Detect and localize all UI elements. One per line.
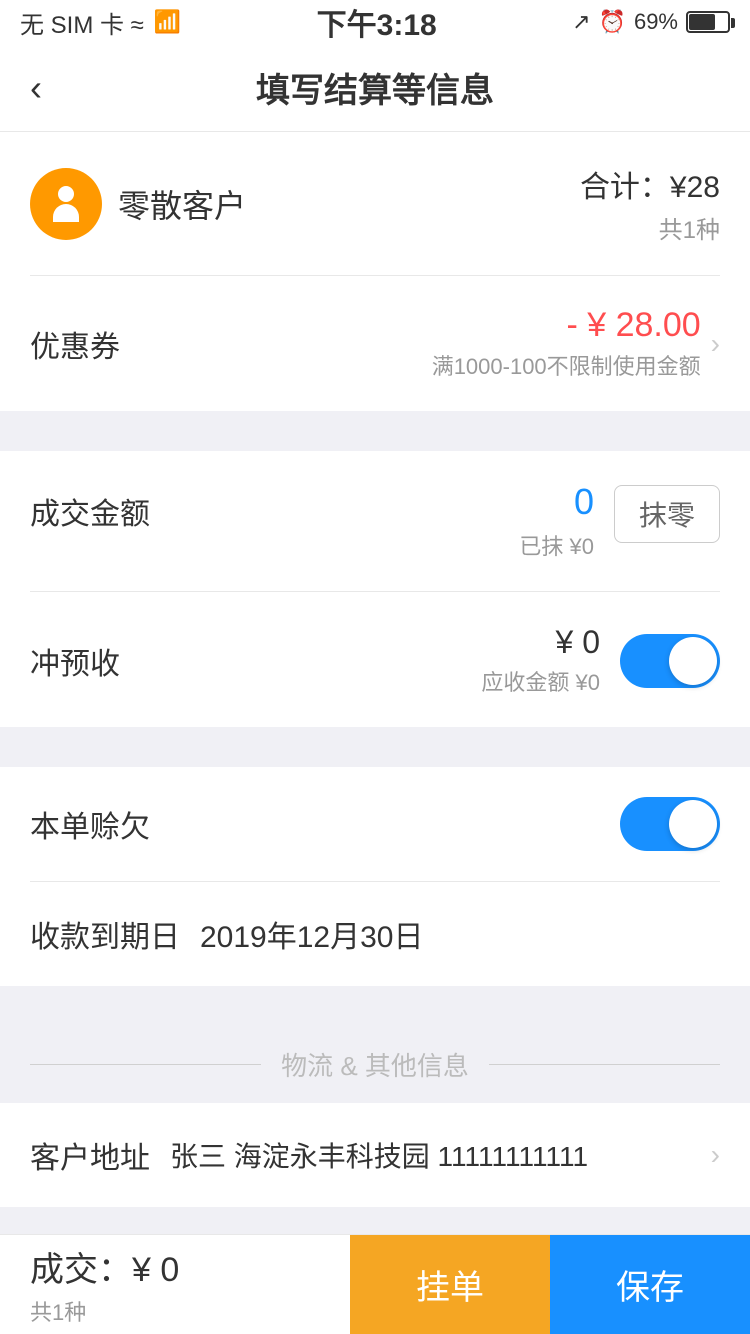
duedate-value: 2019年12月30日 — [200, 912, 423, 956]
chevron-right-icon: › — [711, 328, 720, 360]
round-zero-button[interactable]: 抹零 — [614, 485, 720, 543]
alarm-icon: ⏰ — [599, 9, 626, 35]
amount-row: 成交金额 0 已抹 ¥0 抹零 — [30, 481, 720, 561]
debt-row: 本单赊欠 — [30, 797, 720, 851]
deal-value: ¥ 0 — [132, 1251, 179, 1289]
pending-button[interactable]: 挂单 — [350, 1235, 550, 1334]
coupon-label: 优惠券 — [30, 322, 120, 366]
nav-bar: ‹ 填写结算等信息 — [0, 44, 750, 132]
prepay-amount: ¥ 0 — [481, 624, 600, 661]
amount-value-block: 0 已抹 ¥0 — [519, 481, 594, 561]
address-label: 客户地址 — [30, 1133, 150, 1177]
bottom-deal: 成交：¥ 0 — [30, 1242, 320, 1291]
save-button[interactable]: 保存 — [550, 1235, 750, 1334]
transaction-section: 成交金额 0 已抹 ¥0 抹零 冲预收 ¥ 0 应收金额 ¥0 — [0, 451, 750, 727]
prepay-label: 冲预收 — [30, 639, 120, 683]
coupon-row[interactable]: 优惠券 - ¥ 28.00 满1000-100不限制使用金额 › — [0, 276, 750, 411]
address-section: 客户地址 张三 海淀永丰科技园 11111111111 › — [0, 1103, 750, 1207]
debt-toggle-knob — [669, 800, 717, 848]
location-icon: ↗ — [572, 9, 590, 35]
gray-separator-1 — [0, 431, 750, 451]
status-time: 下午3:18 — [317, 0, 437, 44]
prepay-right: ¥ 0 应收金额 ¥0 — [481, 624, 720, 697]
amount-section: 成交金额 0 已抹 ¥0 抹零 — [0, 451, 750, 591]
bottom-summary: 成交：¥ 0 共1种 — [0, 1242, 350, 1327]
bottom-count: 共1种 — [30, 1295, 320, 1327]
debt-section: 本单赊欠 收款到期日 2019年12月30日 — [0, 767, 750, 986]
prepay-section: 冲预收 ¥ 0 应收金额 ¥0 — [0, 594, 750, 727]
coupon-right: - ¥ 28.00 满1000-100不限制使用金额 › — [432, 306, 720, 381]
customer-row: 零散客户 合计：¥28 共1种 — [0, 132, 750, 275]
battery-icon — [686, 11, 730, 33]
address-value: 张三 海淀永丰科技园 11111111111 — [170, 1135, 711, 1175]
divider-2 — [30, 591, 720, 592]
logistics-header: 物流 & 其他信息 — [0, 1026, 750, 1103]
no-sim-label: 无 SIM 卡 ≈ — [20, 5, 144, 40]
address-chevron-icon: › — [711, 1139, 720, 1171]
already-round: 已抹 ¥0 — [519, 529, 594, 561]
total-label: 合计：¥28 — [580, 162, 720, 206]
gray-separator-2 — [0, 747, 750, 767]
status-bar: 无 SIM 卡 ≈ 📶 下午3:18 ↗ ⏰ 69% — [0, 0, 750, 44]
battery-percent: 69% — [634, 9, 678, 35]
back-button[interactable]: ‹ — [30, 67, 42, 109]
bottom-actions: 挂单 保存 — [350, 1235, 750, 1334]
bottom-bar: 成交：¥ 0 共1种 挂单 保存 — [0, 1234, 750, 1334]
duedate-section: 收款到期日 2019年12月30日 — [0, 882, 750, 986]
page-title: 填写结算等信息 — [256, 63, 494, 112]
deal-label: 成交： — [30, 1251, 132, 1289]
status-left: 无 SIM 卡 ≈ 📶 — [20, 5, 181, 40]
logistics-line-left — [30, 1064, 261, 1065]
status-right: ↗ ⏰ 69% — [572, 9, 730, 35]
customer-summary: 合计：¥28 共1种 — [580, 162, 720, 245]
amount-label: 成交金额 — [30, 481, 150, 533]
prepay-toggle[interactable] — [620, 634, 720, 688]
customer-name: 零散客户 — [118, 181, 246, 227]
amount-value[interactable]: 0 — [519, 481, 594, 523]
avatar — [30, 168, 102, 240]
main-content: 零散客户 合计：¥28 共1种 优惠券 - ¥ 28.00 满1000-100不… — [0, 132, 750, 1327]
customer-section: 零散客户 合计：¥28 共1种 优惠券 - ¥ 28.00 满1000-100不… — [0, 132, 750, 411]
toggle-knob — [669, 637, 717, 685]
coupon-desc: 满1000-100不限制使用金额 — [432, 349, 701, 381]
total-count: 共1种 — [580, 210, 720, 245]
person-icon — [46, 184, 86, 224]
logistics-line-right — [489, 1064, 720, 1065]
debt-row-container: 本单赊欠 — [0, 767, 750, 881]
amount-right: 0 已抹 ¥0 抹零 — [519, 481, 720, 561]
wifi-icon: 📶 — [154, 9, 181, 35]
debt-label: 本单赊欠 — [30, 802, 150, 846]
customer-left: 零散客户 — [30, 168, 246, 240]
prepay-receivable: 应收金额 ¥0 — [481, 665, 600, 697]
coupon-info: - ¥ 28.00 满1000-100不限制使用金额 — [432, 306, 701, 381]
gray-separator-3 — [0, 1006, 750, 1026]
duedate-label: 收款到期日 — [30, 912, 180, 956]
duedate-row: 收款到期日 2019年12月30日 — [30, 912, 720, 956]
coupon-discount: - ¥ 28.00 — [432, 306, 701, 345]
address-row[interactable]: 客户地址 张三 海淀永丰科技园 11111111111 › — [30, 1133, 720, 1177]
debt-toggle[interactable] — [620, 797, 720, 851]
logistics-title: 物流 & 其他信息 — [281, 1046, 469, 1083]
prepay-values: ¥ 0 应收金额 ¥0 — [481, 624, 600, 697]
prepay-row: 冲预收 ¥ 0 应收金额 ¥0 — [30, 624, 720, 697]
